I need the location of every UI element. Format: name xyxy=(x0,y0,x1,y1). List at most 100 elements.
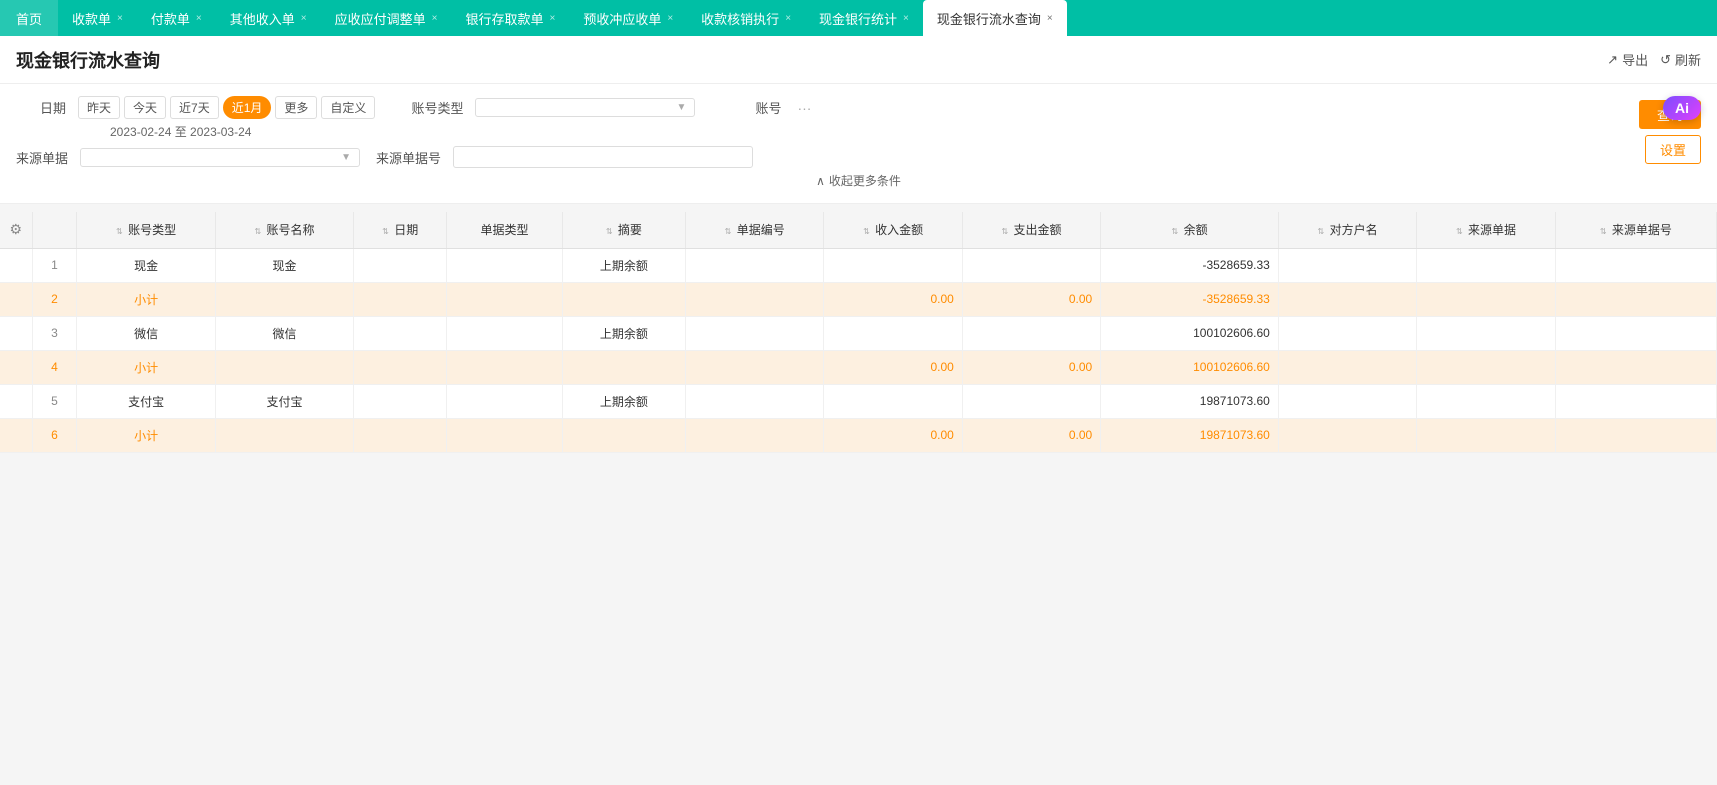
date-options: 昨天 今天 近7天 近1月 更多 自定义 xyxy=(78,96,375,119)
nav-tab-3-close[interactable]: × xyxy=(432,13,438,24)
nav-tab-8[interactable]: 现金银行流水查询 × xyxy=(923,0,1067,36)
cell-counterparty xyxy=(1278,384,1416,418)
col-account-name-label: 账号名称 xyxy=(267,223,315,237)
account-type-label: 账号类型 xyxy=(411,98,463,117)
cell-doc-no xyxy=(685,350,823,384)
nav-tab-0[interactable]: 收款单 × xyxy=(58,0,137,36)
cell-doc-no xyxy=(685,418,823,452)
cell-num: 3 xyxy=(32,316,77,350)
cell-account-type: 微信 xyxy=(77,316,215,350)
nav-tab-6[interactable]: 收款核销执行 × xyxy=(687,0,805,36)
table-header-row: ⚙ ⇅ 账号类型 ⇅ 账号名称 ⇅ 日期 单据类型 xyxy=(0,212,1717,248)
cell-source-doc xyxy=(1417,418,1555,452)
date-btn-custom[interactable]: 自定义 xyxy=(321,96,375,119)
source-doc-select[interactable]: ▼ xyxy=(80,148,360,167)
cell-counterparty xyxy=(1278,282,1416,316)
cell-summary: 上期余额 xyxy=(562,316,685,350)
table-row[interactable]: 1 现金 现金 上期余额 -3528659.33 xyxy=(0,248,1717,282)
nav-tab-2[interactable]: 其他收入单 × xyxy=(216,0,321,36)
collapse-bar[interactable]: ∧ 收起更多条件 xyxy=(16,168,1701,195)
nav-tab-5[interactable]: 预收冲应收单 × xyxy=(569,0,687,36)
nav-tab-6-label: 收款核销执行 xyxy=(701,9,779,28)
cell-gear xyxy=(0,282,32,316)
cell-source-doc xyxy=(1417,316,1555,350)
gear-icon[interactable]: ⚙ xyxy=(9,221,22,237)
cell-num: 2 xyxy=(32,282,77,316)
settings-button[interactable]: 设置 xyxy=(1645,135,1701,164)
refresh-label: 刷新 xyxy=(1675,50,1701,69)
cell-date xyxy=(354,248,447,282)
col-account-type-label: 账号类型 xyxy=(128,223,176,237)
table-row[interactable]: 3 微信 微信 上期余额 100102606.60 xyxy=(0,316,1717,350)
col-source-doc-no: ⇅ 来源单据号 xyxy=(1555,212,1716,248)
nav-tab-4[interactable]: 银行存取款单 × xyxy=(451,0,569,36)
cell-doc-type xyxy=(447,282,563,316)
nav-tab-2-label: 其他收入单 xyxy=(230,9,295,28)
cell-gear xyxy=(0,248,32,282)
refresh-icon: ↺ xyxy=(1660,52,1671,68)
sort-icon-source-doc-no: ⇅ xyxy=(1600,227,1607,236)
account-type-select[interactable]: ▼ xyxy=(475,98,695,117)
cell-gear xyxy=(0,316,32,350)
sort-icon-source-doc: ⇅ xyxy=(1456,227,1463,236)
col-balance-label: 余额 xyxy=(1184,223,1208,237)
nav-tab-3[interactable]: 应收应付调整单 × xyxy=(321,0,452,36)
nav-tab-1-close[interactable]: × xyxy=(196,13,202,24)
nav-tab-6-close[interactable]: × xyxy=(785,13,791,24)
nav-tab-8-close[interactable]: × xyxy=(1047,13,1053,24)
collapse-up-icon: ∧ xyxy=(816,174,825,188)
cell-source-doc-no xyxy=(1555,384,1716,418)
nav-tab-7-label: 现金银行统计 xyxy=(819,9,897,28)
sort-icon-expense: ⇅ xyxy=(1001,227,1008,236)
nav-tab-5-label: 预收冲应收单 xyxy=(583,9,661,28)
source-doc-num-group: 来源单据号 xyxy=(376,146,753,168)
table-row[interactable]: 6 小计 0.00 0.00 19871073.60 xyxy=(0,418,1717,452)
source-doc-num-input[interactable] xyxy=(453,146,753,168)
cell-income xyxy=(824,384,962,418)
cell-source-doc xyxy=(1417,384,1555,418)
ai-badge[interactable]: Ai xyxy=(1663,96,1701,120)
nav-tab-0-close[interactable]: × xyxy=(117,13,123,24)
nav-home[interactable]: 首页 xyxy=(0,0,58,36)
date-btn-7days[interactable]: 近7天 xyxy=(170,96,219,119)
col-income: ⇅ 收入金额 xyxy=(824,212,962,248)
date-btn-1month[interactable]: 近1月 xyxy=(223,96,272,119)
col-summary-label: 摘要 xyxy=(618,223,642,237)
page-header: 现金银行流水查询 ↗ 导出 ↺ 刷新 xyxy=(0,36,1717,84)
account-more-dots[interactable]: ··· xyxy=(797,100,811,116)
date-btn-yesterday[interactable]: 昨天 xyxy=(78,96,120,119)
col-source-doc: ⇅ 来源单据 xyxy=(1417,212,1555,248)
date-btn-today[interactable]: 今天 xyxy=(124,96,166,119)
table-row[interactable]: 4 小计 0.00 0.00 100102606.60 xyxy=(0,350,1717,384)
cell-account-name xyxy=(215,418,353,452)
col-doc-no-label: 单据编号 xyxy=(737,223,785,237)
cell-account-name xyxy=(215,350,353,384)
nav-tab-0-label: 收款单 xyxy=(72,9,111,28)
nav-tab-7[interactable]: 现金银行统计 × xyxy=(805,0,923,36)
nav-tab-7-close[interactable]: × xyxy=(903,13,909,24)
cell-account-type: 小计 xyxy=(77,418,215,452)
nav-tab-2-close[interactable]: × xyxy=(301,13,307,24)
cell-source-doc xyxy=(1417,282,1555,316)
cell-num: 1 xyxy=(32,248,77,282)
nav-tab-5-close[interactable]: × xyxy=(667,13,673,24)
cell-doc-type xyxy=(447,316,563,350)
cell-counterparty xyxy=(1278,316,1416,350)
source-doc-label: 来源单据 xyxy=(16,148,68,167)
date-btn-more[interactable]: 更多 xyxy=(275,96,317,119)
nav-tab-4-label: 银行存取款单 xyxy=(465,9,543,28)
col-doc-no: ⇅ 单据编号 xyxy=(685,212,823,248)
cell-counterparty xyxy=(1278,248,1416,282)
cell-expense: 0.00 xyxy=(962,350,1100,384)
col-date-label: 日期 xyxy=(394,223,418,237)
table-row[interactable]: 2 小计 0.00 0.00 -3528659.33 xyxy=(0,282,1717,316)
cell-balance: -3528659.33 xyxy=(1101,282,1279,316)
refresh-button[interactable]: ↺ 刷新 xyxy=(1660,50,1701,69)
source-doc-arrow-icon: ▼ xyxy=(341,152,351,163)
nav-tab-4-close[interactable]: × xyxy=(549,13,555,24)
cell-doc-type xyxy=(447,350,563,384)
table-row[interactable]: 5 支付宝 支付宝 上期余额 19871073.60 xyxy=(0,384,1717,418)
col-source-doc-no-label: 来源单据号 xyxy=(1612,223,1672,237)
nav-tab-1[interactable]: 付款单 × xyxy=(137,0,216,36)
export-button[interactable]: ↗ 导出 xyxy=(1607,50,1648,69)
